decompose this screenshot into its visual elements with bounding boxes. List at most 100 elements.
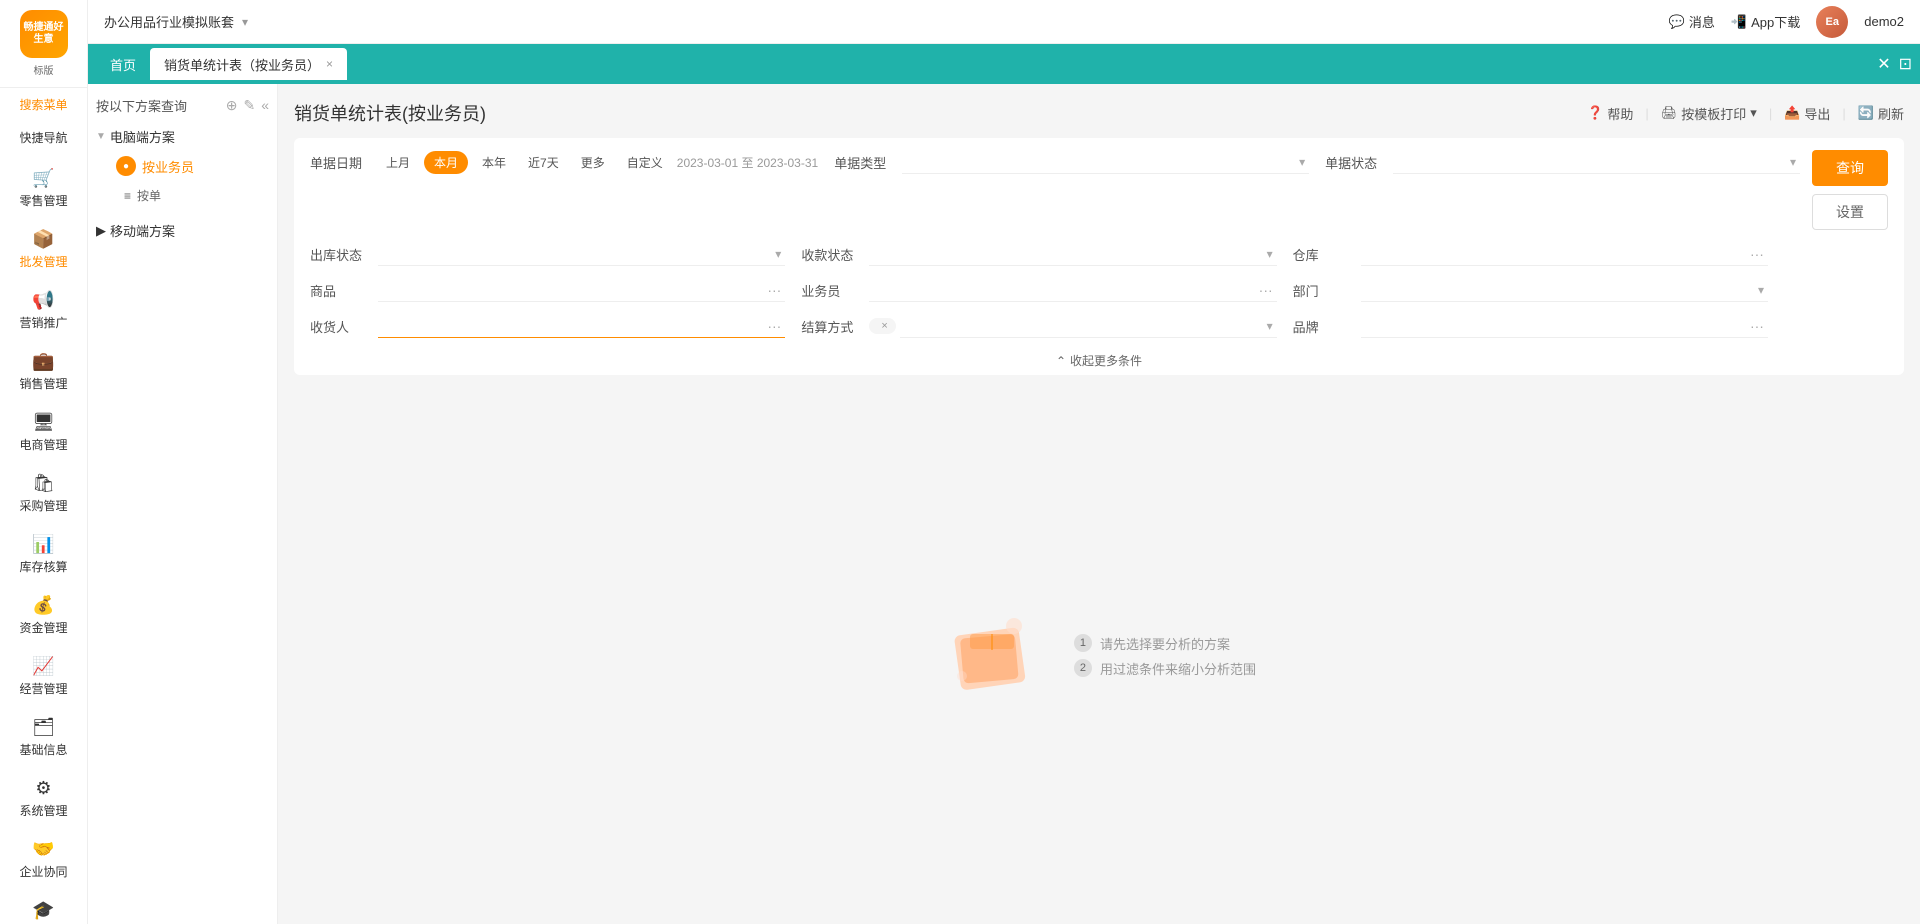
topbar-dropdown-arrow[interactable]: ▾: [242, 15, 248, 29]
salesperson-input[interactable]: [869, 278, 1276, 302]
query-btn[interactable]: 查询: [1812, 150, 1888, 186]
brand-label: 品牌: [1293, 317, 1353, 336]
collapse-btn[interactable]: ⌃ 收起更多条件: [310, 346, 1888, 375]
sidebar-item-basic[interactable]: 🗂 基础信息: [0, 707, 87, 768]
app-download-btn[interactable]: 📲 App下载: [1731, 12, 1800, 31]
date-btn-more[interactable]: 更多: [573, 150, 613, 175]
hint-text-1: 请先选择要分析的方案: [1100, 634, 1230, 653]
receipt-status-select[interactable]: [869, 242, 1276, 266]
doc-status-select[interactable]: [1393, 150, 1800, 174]
payment-tag-close[interactable]: ×: [881, 320, 887, 332]
tab-home[interactable]: 首页: [96, 48, 150, 80]
logo-text: 畅捷通好生意: [20, 22, 68, 46]
receiver-dots-icon[interactable]: ···: [767, 318, 781, 334]
warehouse-input[interactable]: [1361, 242, 1768, 266]
user-avatar[interactable]: Ea: [1816, 6, 1848, 38]
sidebar-item-purchase[interactable]: 🛍 采购管理: [0, 463, 87, 524]
salesperson-dots-icon[interactable]: ···: [1259, 282, 1273, 298]
mobile-scheme-group: ▶ 移动端方案: [96, 217, 269, 244]
collapse-panel-btn[interactable]: «: [261, 97, 269, 114]
sidebar-search-menu[interactable]: 搜索菜单: [0, 88, 87, 121]
tabbar: 首页 销货单统计表（按业务员） × ✕ ⊡: [88, 44, 1920, 84]
department-select[interactable]: [1361, 278, 1768, 302]
topbar-right: 💬 消息 📲 App下载 Ea demo2: [1669, 6, 1904, 38]
receiver-input[interactable]: [378, 314, 785, 338]
settings-btn[interactable]: 设置: [1812, 194, 1888, 230]
message-icon: 💬: [1669, 14, 1685, 30]
tab-close-all-icon[interactable]: ✕: [1877, 54, 1890, 74]
left-panel-title-text: 按以下方案查询: [96, 96, 187, 115]
app-download-label: App下载: [1751, 12, 1800, 31]
scheme-sub-item-by-order[interactable]: ≡ 按单: [96, 182, 269, 209]
sidebar-item-ecommerce[interactable]: 🖥 电商管理: [0, 402, 87, 463]
pc-scheme-arrow: ▼: [96, 131, 106, 142]
print-dropdown-icon[interactable]: ▾: [1750, 105, 1757, 121]
doc-type-select[interactable]: [902, 150, 1309, 174]
main-area: 办公用品行业模拟账套 ▾ 💬 消息 📲 App下载 Ea demo2 首页 销货…: [88, 0, 1920, 924]
doc-type-label: 单据类型: [834, 153, 894, 172]
results-area: 1 请先选择要分析的方案 2 用过滤条件来缩小分析范围: [294, 387, 1904, 924]
date-btn-7days[interactable]: 近7天: [520, 150, 567, 175]
sidebar-item-marketing-label: 营销推广: [19, 314, 67, 331]
message-btn[interactable]: 💬 消息: [1669, 12, 1715, 31]
sidebar-item-retail[interactable]: 🛒 零售管理: [0, 158, 87, 219]
export-label: 导出: [1804, 104, 1830, 123]
empty-hint-1: 1 请先选择要分析的方案: [1074, 634, 1256, 653]
hint-text-2: 用过滤条件来缩小分析范围: [1100, 659, 1256, 678]
marketing-icon: 📢: [32, 290, 54, 311]
receipt-status-label: 收款状态: [801, 245, 861, 264]
sidebar-item-finance[interactable]: 💰 资金管理: [0, 585, 87, 646]
help-btn[interactable]: ❓ 帮助: [1587, 104, 1633, 123]
add-scheme-btn[interactable]: ⊕: [226, 97, 238, 114]
refresh-btn[interactable]: 🔄 刷新: [1858, 104, 1904, 123]
date-btn-last-month[interactable]: 上月: [378, 150, 418, 175]
sidebar-logo: 畅捷通好生意 标版: [0, 0, 87, 88]
payment-select[interactable]: [900, 314, 1277, 338]
sidebar-item-enterprise[interactable]: 🤝 企业协同: [0, 829, 87, 890]
receiver-label: 收货人: [310, 317, 370, 336]
tab-sales-stat[interactable]: 销货单统计表（按业务员） ×: [150, 48, 347, 80]
hint-num-1: 1: [1074, 634, 1092, 652]
sidebar-item-marketing[interactable]: 📢 营销推广: [0, 280, 87, 341]
print-btn[interactable]: 🖨 按模板打印 ▾: [1661, 104, 1757, 123]
tab-close-icon[interactable]: ×: [326, 57, 333, 71]
sales-icon: 💼: [32, 351, 54, 372]
scheme-item-by-salesperson[interactable]: ● 按业务员: [96, 150, 269, 182]
sidebar-item-finance-label: 资金管理: [19, 619, 67, 636]
logo-subtext: 标版: [34, 62, 54, 77]
sidebar-item-system[interactable]: ⚙ 系统管理: [0, 768, 87, 829]
export-btn[interactable]: 📤 导出: [1784, 104, 1830, 123]
payment-tag: ×: [869, 318, 895, 334]
date-btn-this-year[interactable]: 本年: [474, 150, 514, 175]
action-sep-3: |: [1842, 106, 1845, 121]
page-title: 销货单统计表(按业务员): [294, 100, 486, 126]
date-btn-custom[interactable]: 自定义: [619, 150, 671, 175]
out-status-select[interactable]: [378, 242, 785, 266]
sidebar-item-wholesale[interactable]: 📦 批发管理: [0, 219, 87, 280]
sidebar-item-ecommerce-label: 电商管理: [19, 436, 67, 453]
page-title-row: 销货单统计表(按业务员) ❓ 帮助 | 🖨 按模板打印 ▾ | 📤: [294, 100, 1904, 126]
username-label: demo2: [1864, 14, 1904, 29]
tab-expand-icon[interactable]: ⊡: [1899, 54, 1912, 74]
edit-scheme-btn[interactable]: ✎: [243, 97, 255, 114]
out-status-label: 出库状态: [310, 245, 370, 264]
refresh-icon: 🔄: [1858, 105, 1874, 121]
retail-icon: 🛒: [32, 168, 54, 189]
sidebar-item-sales[interactable]: 💼 销售管理: [0, 341, 87, 402]
goods-input[interactable]: [378, 278, 785, 302]
mobile-scheme-group-title[interactable]: ▶ 移动端方案: [96, 217, 269, 244]
tab-sales-stat-label: 销货单统计表（按业务员）: [164, 55, 320, 74]
sidebar-item-newbie[interactable]: 🎓 新手引导: [0, 890, 87, 924]
date-btn-this-month[interactable]: 本月: [424, 151, 468, 174]
goods-dots-icon[interactable]: ···: [767, 282, 781, 298]
brand-input[interactable]: [1361, 314, 1768, 338]
mobile-scheme-label: 移动端方案: [110, 221, 175, 240]
empty-state: 1 请先选择要分析的方案 2 用过滤条件来缩小分析范围: [942, 606, 1256, 706]
sidebar-quick-nav[interactable]: 快捷导航: [0, 121, 87, 154]
pc-scheme-group-title[interactable]: ▼ 电脑端方案: [96, 123, 269, 150]
sidebar-item-operation[interactable]: 📈 经营管理: [0, 646, 87, 707]
brand-dots-icon[interactable]: ···: [1750, 318, 1764, 334]
warehouse-dots-icon[interactable]: ···: [1750, 246, 1764, 262]
purchase-icon: 🛍: [32, 473, 55, 494]
sidebar-item-inventory[interactable]: 📊 库存核算: [0, 524, 87, 585]
